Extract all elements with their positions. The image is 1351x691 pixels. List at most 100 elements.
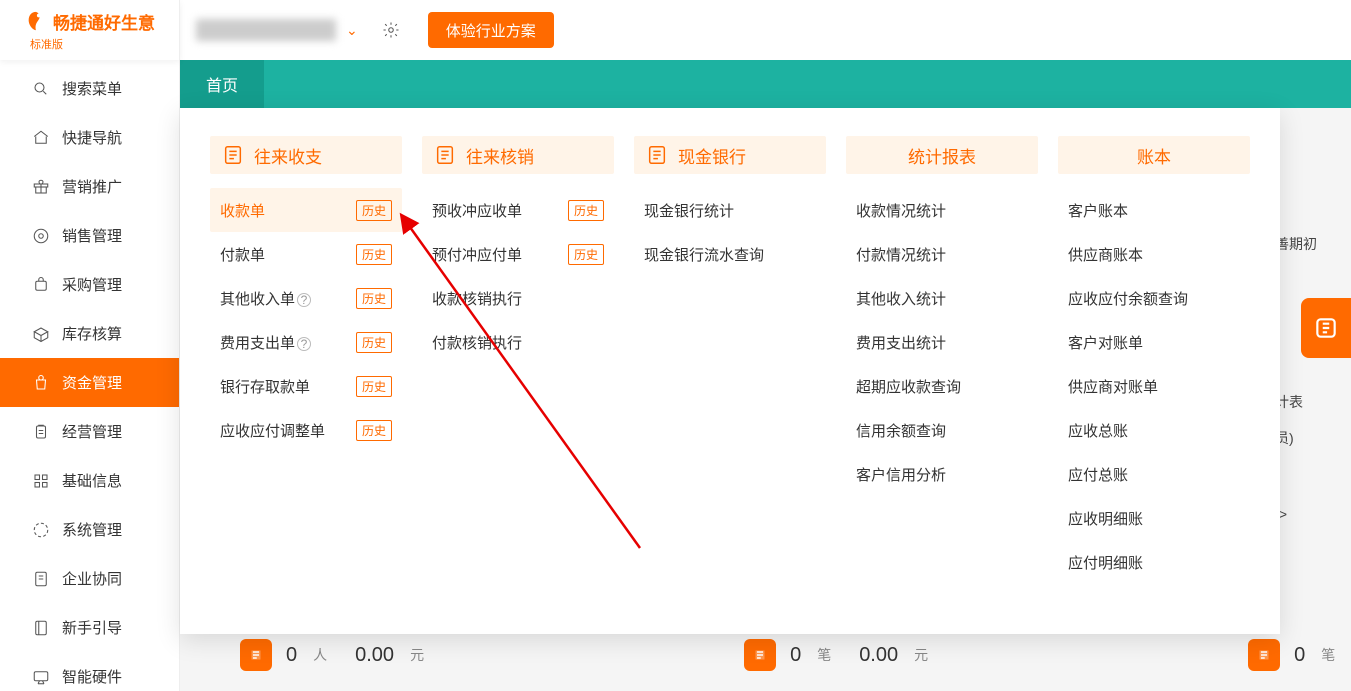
sidebar-item-label: 销售管理 [62, 225, 122, 246]
sidebar-item-box[interactable]: 库存核算 [0, 309, 179, 358]
mega-item[interactable]: 应收应付余额查询 [1058, 276, 1250, 320]
sidebar-item-label: 经营管理 [62, 421, 122, 442]
cart-icon [32, 276, 50, 294]
mega-item[interactable]: 其他收入单? 历史 [210, 276, 402, 320]
help-icon[interactable]: ? [297, 293, 311, 307]
mega-column-title: 统计报表 [908, 143, 976, 168]
doc-icon [222, 144, 244, 166]
mega-item[interactable]: 现金银行统计 [634, 188, 826, 232]
sidebar-item-label: 资金管理 [62, 372, 122, 393]
mega-item-label: 其他收入统计 [856, 288, 946, 309]
org-selector[interactable]: ⌄ [196, 19, 358, 41]
history-tag[interactable]: 历史 [568, 200, 604, 221]
mega-item[interactable]: 预收冲应收单历史 [422, 188, 614, 232]
mega-item[interactable]: 费用支出单?历史 [210, 320, 402, 364]
sidebar-item-home[interactable]: 快捷导航 [0, 113, 179, 162]
mega-item-label: 供应商账本 [1068, 244, 1143, 265]
stat-value: 0 [790, 644, 801, 667]
mega-item[interactable]: 应收明细账 [1058, 496, 1250, 540]
mega-item[interactable]: 信用余额查询 [846, 408, 1038, 452]
mega-item-label: 应收总账 [1068, 420, 1128, 441]
mega-item[interactable]: 供应商账本 [1058, 232, 1250, 276]
sidebar: 畅捷通好生意 标准版 搜索菜单快捷导航营销推广销售管理采购管理库存核算资金管理经… [0, 0, 180, 691]
bag-icon [32, 374, 50, 392]
history-tag[interactable]: 历史 [356, 332, 392, 353]
sidebar-item-label: 营销推广 [62, 176, 122, 197]
grid-icon [32, 472, 50, 490]
mega-item[interactable]: 费用支出统计 [846, 320, 1038, 364]
tab-home[interactable]: 首页 [180, 60, 264, 108]
mega-item[interactable]: 收款单历史 [210, 188, 402, 232]
mega-item-label: 现金银行统计 [644, 200, 734, 221]
help-icon[interactable]: ? [297, 337, 311, 351]
mega-item[interactable]: 其他收入统计 [846, 276, 1038, 320]
history-tag[interactable]: 历史 [356, 200, 392, 221]
stat-unit: 笔 [1321, 645, 1335, 665]
mega-item[interactable]: 应付总账 [1058, 452, 1250, 496]
side-nav: 搜索菜单快捷导航营销推广销售管理采购管理库存核算资金管理经营管理基础信息系统管理… [0, 60, 179, 691]
history-tag[interactable]: 历史 [356, 288, 392, 309]
sidebar-item-clip[interactable]: 经营管理 [0, 407, 179, 456]
mega-item-label: 客户账本 [1068, 200, 1128, 221]
mega-item[interactable]: 付款核销执行 [422, 320, 614, 364]
sidebar-item-gift[interactable]: 营销推广 [0, 162, 179, 211]
mega-item[interactable]: 收款情况统计 [846, 188, 1038, 232]
stat-unit: 人 [313, 645, 327, 665]
mega-column: 往来收支收款单历史付款单历史其他收入单?历史费用支出单?历史银行存取款单历史应收… [210, 136, 402, 584]
mega-item-label: 收款情况统计 [856, 200, 946, 221]
stat-icon [240, 639, 272, 671]
mega-item[interactable]: 超期应收款查询 [846, 364, 1038, 408]
tabbar: 首页 [180, 60, 1351, 108]
history-tag[interactable]: 历史 [356, 244, 392, 265]
stat-icon [744, 639, 776, 671]
stat-card: 0笔 0.00元 [744, 639, 928, 671]
mega-item-label: 应收应付余额查询 [1068, 288, 1188, 309]
sidebar-item-book[interactable]: 新手引导 [0, 603, 179, 652]
sidebar-item-label: 企业协同 [62, 568, 122, 589]
mega-item[interactable]: 现金银行流水查询 [634, 232, 826, 276]
mega-item[interactable]: 客户对账单 [1058, 320, 1250, 364]
sidebar-item-grid[interactable]: 基础信息 [0, 456, 179, 505]
mega-item[interactable]: 付款情况统计 [846, 232, 1038, 276]
box-icon [32, 325, 50, 343]
mega-column-header: 往来核销 [422, 136, 614, 174]
stat-icon [1248, 639, 1280, 671]
industry-plan-button[interactable]: 体验行业方案 [428, 12, 554, 48]
float-action-button[interactable] [1301, 298, 1351, 358]
sidebar-item-tv[interactable]: 智能硬件 [0, 652, 179, 691]
mega-item-label: 其他收入单? [220, 288, 311, 309]
sidebar-item-bag[interactable]: 资金管理 [0, 358, 179, 407]
sidebar-item-label: 快捷导航 [62, 127, 122, 148]
history-tag[interactable]: 历史 [356, 376, 392, 397]
mega-column-title: 往来核销 [466, 143, 534, 168]
search-icon [32, 80, 50, 98]
mega-item[interactable]: 付款单历史 [210, 232, 402, 276]
sidebar-item-tag[interactable]: 销售管理 [0, 211, 179, 260]
mega-item[interactable]: 银行存取款单历史 [210, 364, 402, 408]
doc-icon [646, 144, 668, 166]
sidebar-item-team[interactable]: 企业协同 [0, 554, 179, 603]
brand-logo: 畅捷通好生意 标准版 [0, 0, 180, 60]
mega-item[interactable]: 应付明细账 [1058, 540, 1250, 584]
home-icon [32, 129, 50, 147]
mega-item[interactable]: 客户信用分析 [846, 452, 1038, 496]
stats-row: 0人 0.00元 0笔 0.00元 0笔 0.00元 [180, 639, 1351, 671]
sidebar-item-cart[interactable]: 采购管理 [0, 260, 179, 309]
stat-currency: 元 [914, 645, 928, 665]
topbar: ⌄ 体验行业方案 [180, 0, 1351, 60]
mega-item[interactable]: 应收应付调整单历史 [210, 408, 402, 452]
mega-item[interactable]: 供应商对账单 [1058, 364, 1250, 408]
sidebar-item-search[interactable]: 搜索菜单 [0, 64, 179, 113]
sidebar-item-label: 新手引导 [62, 617, 122, 638]
mega-item[interactable]: 应收总账 [1058, 408, 1250, 452]
team-icon [32, 570, 50, 588]
mega-item[interactable]: 预付冲应付单历史 [422, 232, 614, 276]
stat-value: 0 [1294, 644, 1305, 667]
history-tag[interactable]: 历史 [356, 420, 392, 441]
gear-icon[interactable] [382, 21, 400, 39]
mega-item[interactable]: 收款核销执行 [422, 276, 614, 320]
sidebar-item-sys[interactable]: 系统管理 [0, 505, 179, 554]
mega-item[interactable]: 客户账本 [1058, 188, 1250, 232]
history-tag[interactable]: 历史 [568, 244, 604, 265]
brand-mark-icon [25, 10, 47, 32]
